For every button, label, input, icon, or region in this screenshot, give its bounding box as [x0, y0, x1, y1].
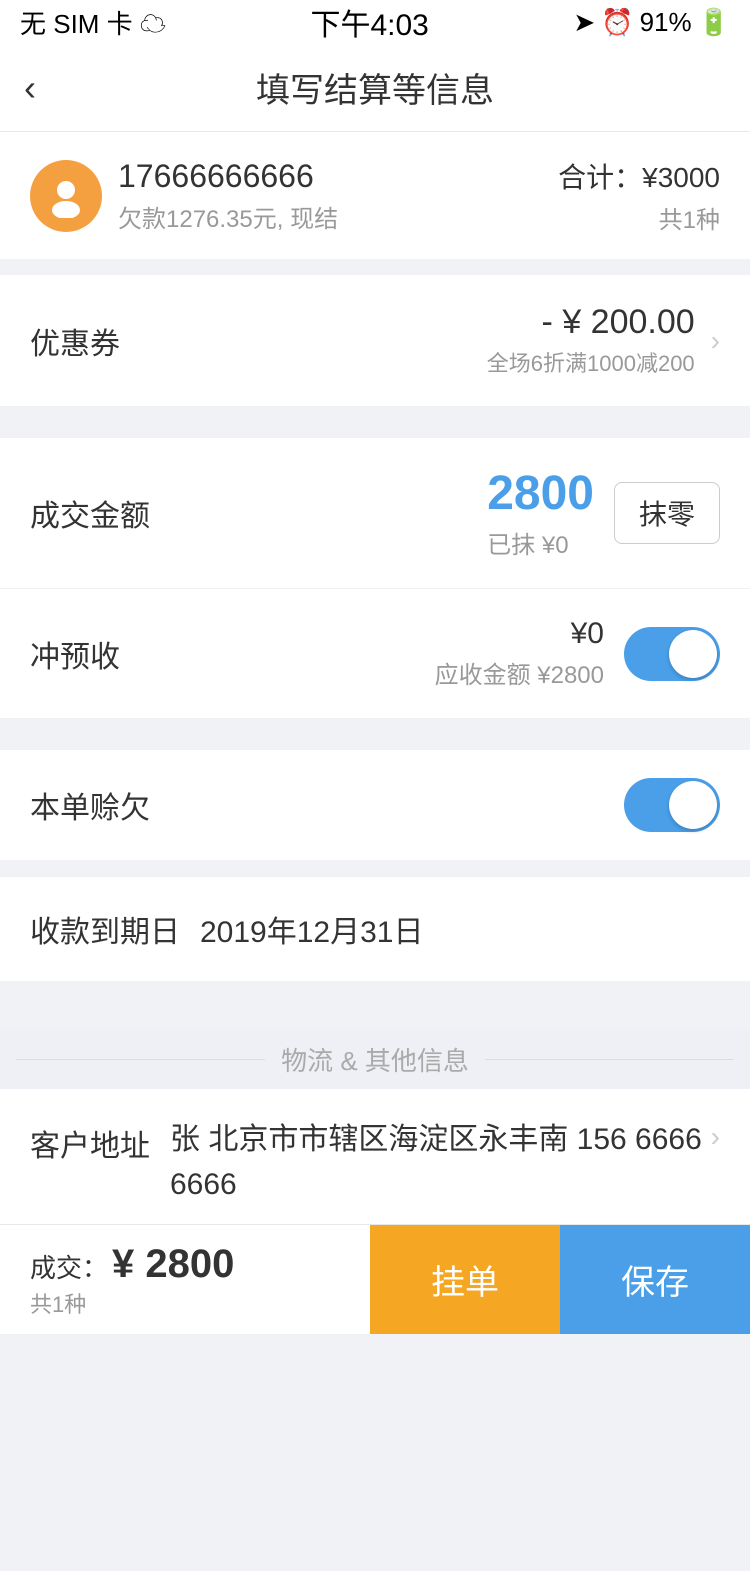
battery-label: 91%	[640, 7, 692, 38]
prepaid-toggle-knob	[669, 630, 717, 678]
prepaid-row: 冲预收 ¥0 应收金额 ¥2800	[0, 588, 750, 718]
customer-left: 17666666666 欠款1276.35元, 现结	[30, 158, 338, 234]
section-divider: 物流 & 其他信息	[0, 1029, 750, 1089]
prepaid-toggle[interactable]	[624, 627, 720, 681]
deal-amount-wrap: 2800 已抹 ¥0	[487, 466, 594, 560]
prepaid-value: ¥0	[435, 617, 604, 651]
prepaid-sub: 应收金额 ¥2800	[435, 655, 604, 690]
location-icon: ➤	[573, 7, 595, 38]
deal-amount-row: 成交金额 2800 已抹 ¥0 抹零	[0, 438, 750, 588]
total-count: 共1种	[558, 200, 720, 235]
deal-amount-value: 2800	[487, 466, 594, 521]
alarm-icon: ⏰	[601, 7, 633, 38]
coupon-label: 优惠券	[30, 319, 120, 363]
due-date-value: 2019年12月31日	[200, 907, 423, 951]
avatar	[30, 160, 102, 232]
bottom-actions: 挂单 保存	[370, 1225, 750, 1334]
save-button[interactable]: 保存	[560, 1225, 750, 1334]
status-left: 无 SIM 卡 ☁	[20, 4, 166, 41]
page-title: 填写结算等信息	[256, 63, 494, 112]
customer-info: 17666666666 欠款1276.35元, 现结	[118, 158, 338, 234]
content-area: 17666666666 欠款1276.35元, 现结 合计：¥3000 共1种 …	[0, 132, 750, 1571]
section-line-right	[485, 1059, 734, 1060]
sim-label: 无 SIM 卡 ☁	[20, 4, 166, 41]
prepaid-value-wrap: ¥0 应收金额 ¥2800	[435, 617, 604, 690]
credit-label: 本单赊欠	[30, 783, 150, 827]
chevron-right-icon: ›	[711, 325, 720, 357]
prepaid-right: ¥0 应收金额 ¥2800	[435, 617, 720, 690]
bottom-total-label: 成交：	[30, 1248, 108, 1285]
address-row[interactable]: 客户地址 张 北京市市辖区海淀区永丰南 156 6666 6666 ›	[0, 1089, 750, 1235]
section-line-left	[16, 1059, 265, 1060]
coupon-value: - ¥ 200.00 全场6折满1000减200	[487, 303, 695, 378]
credit-toggle-knob	[669, 781, 717, 829]
status-right: ➤ ⏰ 91% 🔋	[573, 7, 730, 38]
bottom-total: 成交： ¥ 2800 共1种	[0, 1240, 370, 1319]
back-button[interactable]: ‹	[24, 67, 36, 109]
customer-debt: 欠款1276.35元, 现结	[118, 199, 338, 234]
divider-2	[0, 734, 750, 750]
due-date-row: 收款到期日 2019年12月31日	[0, 876, 750, 981]
coupon-desc: 全场6折满1000减200	[487, 346, 695, 378]
deal-amount-label: 成交金额	[30, 491, 150, 535]
bottom-bar: 成交： ¥ 2800 共1种 挂单 保存	[0, 1224, 750, 1334]
section-divider-text: 物流 & 其他信息	[281, 1041, 469, 1078]
address-label: 客户地址	[30, 1117, 150, 1165]
bottom-total-count: 共1种	[30, 1287, 340, 1319]
coupon-right: - ¥ 200.00 全场6折满1000减200 ›	[487, 303, 720, 378]
address-chevron: ›	[711, 1117, 720, 1153]
credit-toggle[interactable]	[624, 778, 720, 832]
credit-row: 本单赊欠	[0, 750, 750, 860]
bottom-total-amount: ¥ 2800	[112, 1242, 234, 1287]
pending-button[interactable]: 挂单	[370, 1225, 560, 1334]
customer-row: 17666666666 欠款1276.35元, 现结 合计：¥3000 共1种	[0, 132, 750, 259]
prepaid-label: 冲预收	[30, 632, 120, 676]
due-date-label: 收款到期日	[30, 907, 180, 951]
divider-3	[0, 997, 750, 1013]
battery-icon: 🔋	[698, 7, 730, 38]
status-time: 下午4:03	[310, 0, 428, 44]
address-chevron-icon: ›	[711, 1121, 720, 1153]
status-bar: 无 SIM 卡 ☁ 下午4:03 ➤ ⏰ 91% 🔋	[0, 0, 750, 44]
nav-bar: ‹ 填写结算等信息	[0, 44, 750, 132]
coupon-row[interactable]: 优惠券 - ¥ 200.00 全场6折满1000减200 ›	[0, 275, 750, 406]
round-button[interactable]: 抹零	[614, 482, 720, 544]
customer-phone: 17666666666	[118, 158, 338, 195]
coupon-amount: - ¥ 200.00	[487, 303, 695, 342]
deal-amount-right: 2800 已抹 ¥0 抹零	[487, 466, 720, 560]
customer-right: 合计：¥3000 共1种	[558, 156, 720, 235]
deal-amount-sub: 已抹 ¥0	[487, 525, 594, 560]
divider-1	[0, 422, 750, 438]
total-label: 合计：¥3000	[558, 156, 720, 196]
address-value: 张 北京市市辖区海淀区永丰南 156 6666 6666	[170, 1117, 711, 1207]
